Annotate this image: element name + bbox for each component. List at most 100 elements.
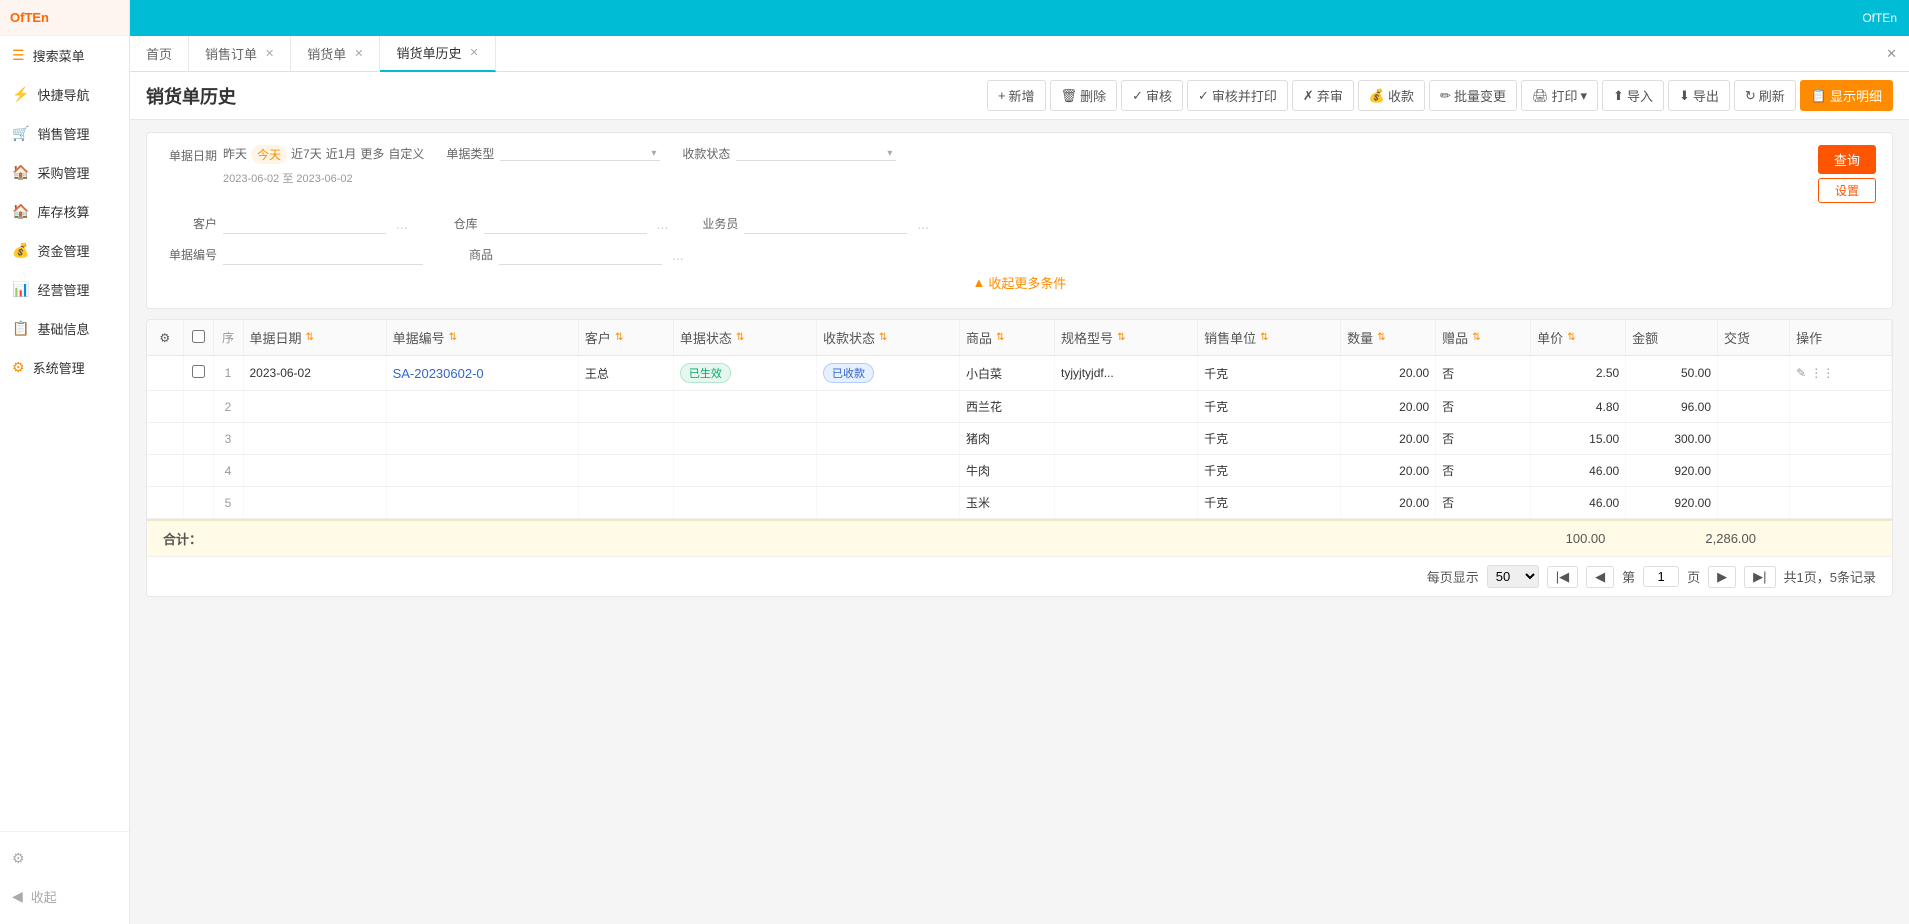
sidebar-label-sales: 销售管理 — [37, 124, 89, 143]
tab-sales-order-close[interactable]: ✕ — [265, 47, 274, 60]
row-checkbox[interactable] — [183, 487, 213, 519]
warehouse-input[interactable] — [484, 213, 647, 234]
doc-no-link[interactable]: SA-20230602-0 — [393, 366, 484, 381]
edit-op-button[interactable]: ✎ — [1796, 366, 1806, 380]
th-price[interactable]: 单价⇅ — [1531, 320, 1626, 356]
th-customer[interactable]: 客户⇅ — [578, 320, 673, 356]
th-qty[interactable]: 数量⇅ — [1341, 320, 1436, 356]
filter-row-3: 单据编号 商品 ... — [163, 244, 1876, 265]
first-page-button[interactable]: |◀ — [1547, 566, 1578, 588]
tab-sales-history-close[interactable]: ✕ — [470, 46, 479, 59]
show-detail-button[interactable]: 📋 显示明细 — [1800, 80, 1893, 111]
th-payment-status[interactable]: 收款状态⇅ — [816, 320, 959, 356]
row-doc-date — [243, 391, 386, 423]
th-unit[interactable]: 销售单位⇅ — [1198, 320, 1341, 356]
reject-button[interactable]: ✗ 弃审 — [1292, 80, 1354, 111]
salesperson-input[interactable] — [744, 213, 907, 234]
row-checkbox[interactable] — [183, 423, 213, 455]
row-doc-no — [386, 487, 578, 519]
date-quick-custom[interactable]: 自定义 — [388, 145, 424, 164]
tab-sales-order[interactable]: 销售订单 ✕ — [189, 36, 291, 72]
th-doc-no[interactable]: 单据编号⇅ — [386, 320, 578, 356]
sidebar-item-settings[interactable]: ⚙ — [0, 840, 129, 877]
th-gift[interactable]: 赠品⇅ — [1436, 320, 1531, 356]
import-button[interactable]: ⬆ 导入 — [1602, 80, 1664, 111]
per-page-select[interactable]: 50 100 — [1487, 565, 1539, 588]
warehouse-dots[interactable]: ... — [653, 216, 669, 232]
approve-button[interactable]: ✓ 审核 — [1121, 80, 1183, 111]
more-op-button[interactable]: ⋮⋮ — [1810, 366, 1834, 380]
product-input[interactable] — [499, 244, 662, 265]
row-customer — [578, 391, 673, 423]
export-icon: ⬇ — [1679, 88, 1690, 104]
filter-setting-button[interactable]: 设置 — [1818, 178, 1876, 203]
prev-page-button[interactable]: ◀ — [1586, 566, 1614, 588]
sidebar-label-purchase: 采购管理 — [37, 163, 89, 182]
tab-sales-history[interactable]: 销货单历史 ✕ — [380, 36, 495, 72]
salesperson-dots[interactable]: ... — [913, 216, 929, 232]
sort-icon-unit: ⇅ — [1260, 332, 1268, 343]
doc-number-input[interactable] — [223, 244, 423, 265]
payment-status-select[interactable] — [736, 146, 887, 160]
filter-row-1: 单据日期 昨天 今天 近7天 近1月 更多 自定义 2023-06-02 至 2… — [163, 145, 1876, 203]
row-doc-date — [243, 487, 386, 519]
sidebar-item-inventory[interactable]: 🏠 库存核算 — [0, 192, 129, 231]
th-doc-status[interactable]: 单据状态⇅ — [673, 320, 816, 356]
sidebar-item-operations-mgmt[interactable]: 📊 经营管理 — [0, 270, 129, 309]
row-checkbox[interactable] — [183, 391, 213, 423]
row-settings — [147, 423, 183, 455]
th-spec[interactable]: 规格型号⇅ — [1055, 320, 1198, 356]
collect-payment-button[interactable]: 💰 收款 — [1358, 80, 1425, 111]
sidebar-item-system-mgmt[interactable]: ⚙ 系统管理 — [0, 348, 129, 387]
row-checkbox[interactable] — [183, 356, 213, 391]
print-button[interactable]: 🖨 打印 ▾ — [1521, 80, 1598, 111]
tab-sales-delivery-close[interactable]: ✕ — [354, 47, 363, 60]
th-doc-date[interactable]: 单据日期⇅ — [243, 320, 386, 356]
doc-type-select[interactable] — [500, 146, 651, 160]
row-spec: tyjyjtyjdf... — [1055, 356, 1198, 391]
page-number-input[interactable] — [1643, 566, 1679, 587]
query-button[interactable]: 查询 — [1818, 145, 1876, 174]
sidebar-item-basic-info[interactable]: 📋 基础信息 — [0, 309, 129, 348]
sidebar-item-sales-mgmt[interactable]: 🛒 销售管理 — [0, 114, 129, 153]
sidebar-item-purchase-mgmt[interactable]: 🏠 采购管理 — [0, 153, 129, 192]
date-quick-yesterday[interactable]: 昨天 — [223, 145, 247, 164]
refresh-button[interactable]: ↻ 刷新 — [1734, 80, 1796, 111]
customer-dots[interactable]: ... — [392, 216, 408, 232]
row-amount: 300.00 — [1626, 423, 1718, 455]
th-settings[interactable]: ⚙ — [147, 320, 183, 356]
row-gift: 否 — [1436, 356, 1531, 391]
batch-change-button[interactable]: ✏ 批量变更 — [1429, 80, 1517, 111]
tab-home[interactable]: 首页 — [130, 36, 189, 72]
sidebar-item-collapse[interactable]: ◀ 收起 — [0, 877, 129, 916]
delete-button[interactable]: 🗑 删除 — [1050, 80, 1118, 111]
collapse-button[interactable]: ▲ 收起更多条件 — [163, 269, 1876, 296]
payment-badge: 已收款 — [823, 363, 874, 383]
customer-input[interactable] — [223, 213, 386, 234]
product-dots[interactable]: ... — [668, 247, 684, 263]
export-button[interactable]: ⬇ 导出 — [1668, 80, 1730, 111]
sidebar-item-search-menu[interactable]: ☰ 搜索菜单 — [0, 36, 129, 75]
add-button[interactable]: + 新增 — [987, 80, 1046, 111]
sidebar-item-finance-mgmt[interactable]: 💰 资金管理 — [0, 231, 129, 270]
row-checkbox-input[interactable] — [192, 365, 205, 378]
date-quick-more[interactable]: 更多 — [360, 145, 384, 164]
row-checkbox[interactable] — [183, 455, 213, 487]
date-quick-1month[interactable]: 近1月 — [326, 145, 357, 164]
next-page-button[interactable]: ▶ — [1708, 566, 1736, 588]
total-info: 共1页，5条记录 — [1784, 567, 1876, 586]
sort-icon-product: ⇅ — [996, 332, 1004, 343]
sidebar-item-quick-nav[interactable]: ⚡ 快捷导航 — [0, 75, 129, 114]
th-product[interactable]: 商品⇅ — [960, 320, 1055, 356]
th-checkbox[interactable] — [183, 320, 213, 356]
per-page-label: 每页显示 — [1427, 567, 1479, 586]
select-all-checkbox[interactable] — [192, 330, 205, 343]
tabs-close-all[interactable]: ✕ — [1874, 46, 1909, 62]
approve-print-button[interactable]: ✓ 审核并打印 — [1187, 80, 1288, 111]
tab-sales-delivery[interactable]: 销货单 ✕ — [291, 36, 380, 72]
date-quick-today[interactable]: 今天 — [251, 145, 287, 164]
warehouse-filter: 仓库 ... — [424, 213, 669, 234]
approve-label: 审核 — [1146, 86, 1172, 105]
last-page-button[interactable]: ▶| — [1744, 566, 1775, 588]
date-quick-7days[interactable]: 近7天 — [291, 145, 322, 164]
